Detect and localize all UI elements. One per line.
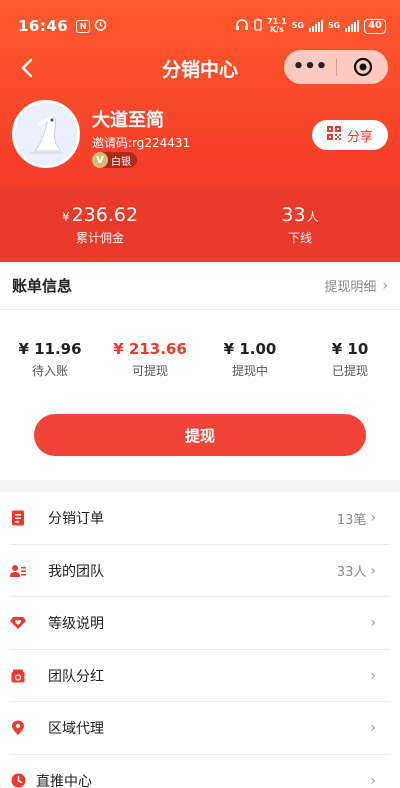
menu-item-label: 直推中心 (36, 773, 92, 788)
amount-pending: ¥ 11.96 待入账 (0, 340, 100, 379)
downline-unit: 人 (306, 210, 319, 224)
commission-currency: ¥ (61, 210, 70, 224)
qrcode-icon (326, 126, 341, 144)
clock-icon (10, 773, 26, 788)
menu-item-my-team[interactable]: 我的团队 33人 › (0, 545, 400, 598)
net-speed: 71.1 K/s (267, 17, 287, 34)
commission-value: 236.62 (71, 204, 139, 226)
amount-value: ¥ 11.96 (18, 340, 82, 358)
menu-item-label: 我的团队 (48, 563, 104, 580)
menu-item-label: 团队分红 (48, 668, 104, 685)
commission-stat[interactable]: ¥236.62 累计佣金 (0, 186, 200, 262)
downline-stat[interactable]: 33人 下线 (200, 186, 400, 262)
status-time: 16:46 (18, 17, 69, 35)
amount-label: 可提现 (131, 364, 168, 378)
chevron-right-icon: › (370, 615, 376, 632)
menu-item-team-bonus[interactable]: 团队分红 › (0, 650, 400, 703)
downline-value: 33 (281, 204, 306, 226)
net-type-1: 5G (291, 21, 304, 30)
chevron-right-icon: › (370, 720, 376, 737)
menu-list: 分销订单 13笔 › 我的团队 33人 › 等级说明 › 团队分红 › 区域代理 ›… (0, 492, 400, 788)
menu-item-distribution-orders[interactable]: 分销订单 13笔 › (0, 492, 400, 545)
amounts-row: ¥ 11.96 待入账 ¥ 213.66 可提现 ¥ 1.00 提现中 ¥ 10… (0, 310, 400, 379)
chevron-right-icon: › (382, 277, 388, 294)
bonus-box-icon (10, 668, 26, 684)
target-close-icon[interactable] (337, 57, 388, 77)
bill-header: 账单信息 提现明细 › (0, 262, 400, 310)
menu-item-label: 分销订单 (48, 511, 104, 528)
team-icon (10, 563, 26, 579)
diamond-heart-icon (10, 615, 26, 631)
withdraw-button[interactable]: 提现 (34, 414, 366, 456)
chevron-right-icon: › (370, 562, 376, 579)
menu-item-level-description[interactable]: 等级说明 › (0, 597, 400, 650)
amount-label: 已提现 (331, 364, 368, 378)
amount-label: 提现中 (231, 364, 268, 378)
nfc-icon: N (76, 19, 91, 33)
withdraw-detail-link[interactable]: 提现明细 › (324, 276, 388, 296)
share-button[interactable]: 分享 (312, 120, 388, 150)
level-v-icon: V (92, 152, 108, 168)
location-pin-icon (10, 720, 26, 736)
amount-value: ¥ 213.66 (113, 340, 187, 358)
order-list-icon (10, 510, 26, 526)
bill-card: 账单信息 提现明细 › ¥ 11.96 待入账 ¥ 213.66 可提现 ¥ 1… (0, 262, 400, 480)
headphones-icon (235, 18, 249, 34)
downline-label: 下线 (287, 231, 312, 245)
signal-icon-2 (345, 20, 360, 32)
battery-saver-icon (254, 18, 262, 34)
amount-value: ¥ 10 (331, 340, 369, 358)
signal-icon (308, 20, 323, 32)
amount-label: 待入账 (31, 364, 68, 378)
menu-item-label: 等级说明 (48, 616, 104, 633)
more-dots-icon[interactable]: ••• (284, 50, 336, 84)
avatar[interactable] (12, 100, 80, 168)
menu-item-label: 区域代理 (48, 721, 104, 738)
invite-code: 邀请码:rg224431 (92, 136, 191, 150)
level-badge: V 白银 (92, 152, 137, 168)
menu-item-count: 13笔 (336, 512, 367, 528)
status-bar: 16:46 N 71.1 K/s 5G 5G 40 (18, 14, 386, 38)
level-label: 白银 (111, 156, 131, 168)
commission-label: 累计佣金 (75, 231, 124, 245)
menu-item-count: 33人 (336, 565, 367, 581)
amount-withdrawn: ¥ 10 已提现 (300, 340, 400, 379)
amount-value: ¥ 1.00 (223, 340, 277, 358)
alarm-icon (94, 17, 107, 35)
amount-withdrawing: ¥ 1.00 提现中 (200, 340, 300, 379)
profile-card: 大道至简 邀请码:rg224431 V 白银 分享 (12, 100, 388, 172)
nav-bar: 分销中心 ••• (0, 50, 400, 86)
menu-item-regional-agent[interactable]: 区域代理 › (0, 702, 400, 755)
battery-level: 40 (364, 18, 386, 34)
chevron-right-icon: › (370, 510, 376, 527)
withdraw-detail-label: 提现明细 (324, 280, 377, 295)
mini-program-capsule: ••• (284, 50, 388, 84)
share-label: 分享 (346, 129, 373, 145)
amount-withdrawable: ¥ 213.66 可提现 (100, 340, 200, 379)
chevron-right-icon: › (370, 667, 376, 684)
menu-item-direct-referral-center[interactable]: 直推中心 › (0, 755, 400, 788)
bill-title: 账单信息 (12, 277, 73, 295)
header-banner: 16:46 N 71.1 K/s 5G 5G 40 分销中心 ••• 大道至简 … (0, 0, 400, 262)
user-name: 大道至简 (92, 110, 164, 131)
stats-band: ¥236.62 累计佣金 33人 下线 (0, 186, 400, 262)
chevron-right-icon: › (370, 772, 376, 788)
net-type-2: 5G (327, 21, 341, 30)
